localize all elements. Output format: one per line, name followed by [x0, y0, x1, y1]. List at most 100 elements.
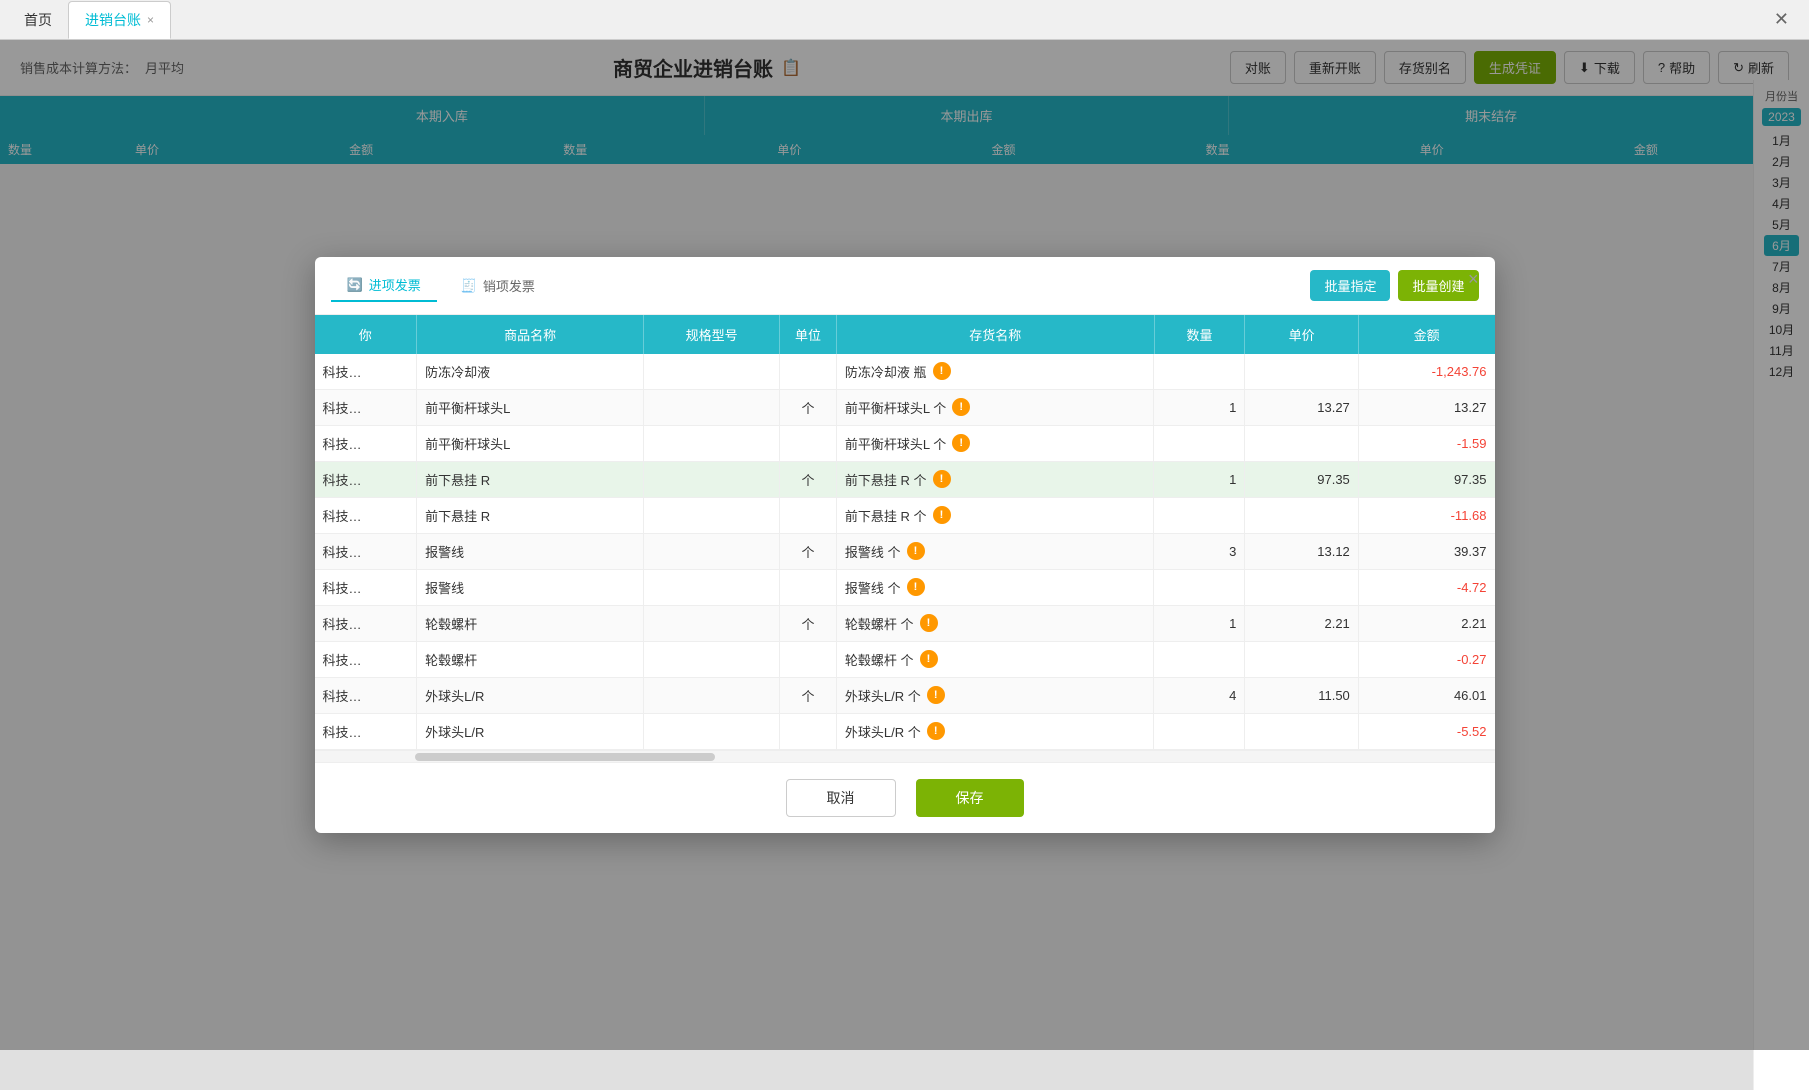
table-row: 科技…轮毂螺杆个轮毂螺杆 个!12.212.21 [315, 606, 1495, 642]
batch-assign-button[interactable]: 批量指定 [1310, 270, 1390, 301]
table-cell [780, 714, 837, 750]
sales-icon: 🧾 [461, 278, 477, 294]
table-cell [644, 678, 780, 714]
inventory-name-cell: 报警线 个! [837, 534, 1154, 569]
table-cell: 11.50 [1245, 678, 1358, 714]
table-cell [1154, 570, 1245, 606]
table-cell: 97.35 [1245, 462, 1358, 498]
warning-icon: ! [907, 578, 925, 596]
batch-create-button[interactable]: 批量创建 [1398, 270, 1478, 301]
inventory-name-cell: 前平衡杆球头L 个! [837, 426, 1154, 461]
inventory-name-cell: 外球头L/R 个! [837, 678, 1154, 713]
warning-icon: ! [920, 650, 938, 668]
table-cell: 个 [780, 606, 837, 642]
warning-icon: ! [927, 722, 945, 740]
table-row: 科技…前下悬挂 R前下悬挂 R 个!-11.68 [315, 498, 1495, 534]
modal: 🔄 进项发票 🧾 销项发票 批量指定 批量创建 × [315, 257, 1495, 833]
modal-table: 你 商品名称 规格型号 单位 存货名称 数量 单价 金额 科技…防冻冷却液防冻冷… [315, 315, 1495, 750]
th-supplier: 你 [315, 315, 417, 354]
table-cell [644, 426, 780, 462]
purchase-icon: 🔄 [347, 277, 363, 293]
table-cell [1245, 498, 1358, 534]
modal-close-icon[interactable]: × [1468, 269, 1479, 290]
th-unit-price: 单价 [1245, 315, 1358, 354]
th-unit: 单位 [780, 315, 837, 354]
table-cell [1154, 426, 1245, 462]
table-cell: 外球头L/R [417, 714, 644, 750]
table-cell: 2.21 [1245, 606, 1358, 642]
inventory-name-cell: 前下悬挂 R 个! [837, 462, 1154, 497]
tab-close-icon[interactable]: × [147, 13, 154, 27]
table-cell: 4 [1154, 678, 1245, 714]
table-cell: 防冻冷却液 [417, 354, 644, 390]
table-cell [644, 606, 780, 642]
tab-bar: 首页 进销台账 × ✕ [0, 0, 1809, 40]
th-quantity: 数量 [1154, 315, 1245, 354]
table-cell: -0.27 [1358, 642, 1494, 678]
invoice-table: 你 商品名称 规格型号 单位 存货名称 数量 单价 金额 科技…防冻冷却液防冻冷… [315, 315, 1495, 750]
table-cell [644, 534, 780, 570]
table-row: 科技…外球头L/R外球头L/R 个!-5.52 [315, 714, 1495, 750]
table-cell: 13.27 [1245, 390, 1358, 426]
table-cell: 科技… [315, 606, 417, 642]
th-spec: 规格型号 [644, 315, 780, 354]
table-cell: 轮毂螺杆 [417, 642, 644, 678]
warning-icon: ! [952, 398, 970, 416]
warning-icon: ! [933, 506, 951, 524]
table-cell: 前平衡杆球头L [417, 426, 644, 462]
scrollbar-thumb[interactable] [415, 753, 715, 761]
tab-purchase-invoice[interactable]: 🔄 进项发票 [331, 269, 437, 302]
table-cell: 个 [780, 462, 837, 498]
table-cell [644, 714, 780, 750]
table-cell: 报警线 [417, 570, 644, 606]
table-row: 科技…报警线报警线 个!-4.72 [315, 570, 1495, 606]
table-cell [780, 426, 837, 462]
table-cell: 外球头L/R [417, 678, 644, 714]
modal-header: 🔄 进项发票 🧾 销项发票 批量指定 批量创建 × [315, 257, 1495, 315]
warning-icon: ! [907, 542, 925, 560]
warning-icon: ! [933, 362, 951, 380]
table-row: 科技…防冻冷却液防冻冷却液 瓶!-1,243.76 [315, 354, 1495, 390]
th-inventory-name: 存货名称 [836, 315, 1154, 354]
tab-active[interactable]: 进销台账 × [68, 1, 171, 39]
table-cell: 科技… [315, 570, 417, 606]
table-cell: 前下悬挂 R [417, 498, 644, 534]
table-cell [1245, 426, 1358, 462]
window-close-icon[interactable]: ✕ [1762, 9, 1801, 30]
table-row: 科技…前下悬挂 R个前下悬挂 R 个!197.3597.35 [315, 462, 1495, 498]
save-button[interactable]: 保存 [916, 779, 1024, 817]
table-cell [644, 642, 780, 678]
th-amount: 金额 [1358, 315, 1494, 354]
table-cell: -1.59 [1358, 426, 1494, 462]
table-row: 科技…前平衡杆球头L前平衡杆球头L 个!-1.59 [315, 426, 1495, 462]
table-cell: 前下悬挂 R [417, 462, 644, 498]
table-cell: 39.37 [1358, 534, 1494, 570]
table-row: 科技…前平衡杆球头L个前平衡杆球头L 个!113.2713.27 [315, 390, 1495, 426]
cancel-button[interactable]: 取消 [786, 779, 896, 817]
table-cell [1245, 642, 1358, 678]
table-cell: 科技… [315, 714, 417, 750]
table-cell [780, 642, 837, 678]
table-cell: 报警线 [417, 534, 644, 570]
table-cell: 科技… [315, 498, 417, 534]
table-cell: 2.21 [1358, 606, 1494, 642]
table-cell [644, 354, 780, 390]
table-row: 科技…报警线个报警线 个!313.1239.37 [315, 534, 1495, 570]
table-cell: 个 [780, 390, 837, 426]
table-cell [1245, 714, 1358, 750]
tab-home[interactable]: 首页 [8, 2, 68, 38]
inventory-name-cell: 轮毂螺杆 个! [837, 642, 1154, 677]
modal-footer: 取消 保存 [315, 762, 1495, 833]
table-cell: 13.12 [1245, 534, 1358, 570]
inventory-name-cell: 防冻冷却液 瓶! [837, 354, 1154, 389]
tab-sales-invoice[interactable]: 🧾 销项发票 [445, 270, 551, 301]
table-row: 科技…外球头L/R个外球头L/R 个!411.5046.01 [315, 678, 1495, 714]
table-cell: 13.27 [1358, 390, 1494, 426]
table-cell: 3 [1154, 534, 1245, 570]
table-cell: 科技… [315, 390, 417, 426]
table-cell [1154, 642, 1245, 678]
table-cell: 1 [1154, 606, 1245, 642]
modal-overlay: 🔄 进项发票 🧾 销项发票 批量指定 批量创建 × [0, 40, 1809, 1050]
table-cell [1154, 354, 1245, 390]
scrollbar-track[interactable] [315, 750, 1495, 762]
